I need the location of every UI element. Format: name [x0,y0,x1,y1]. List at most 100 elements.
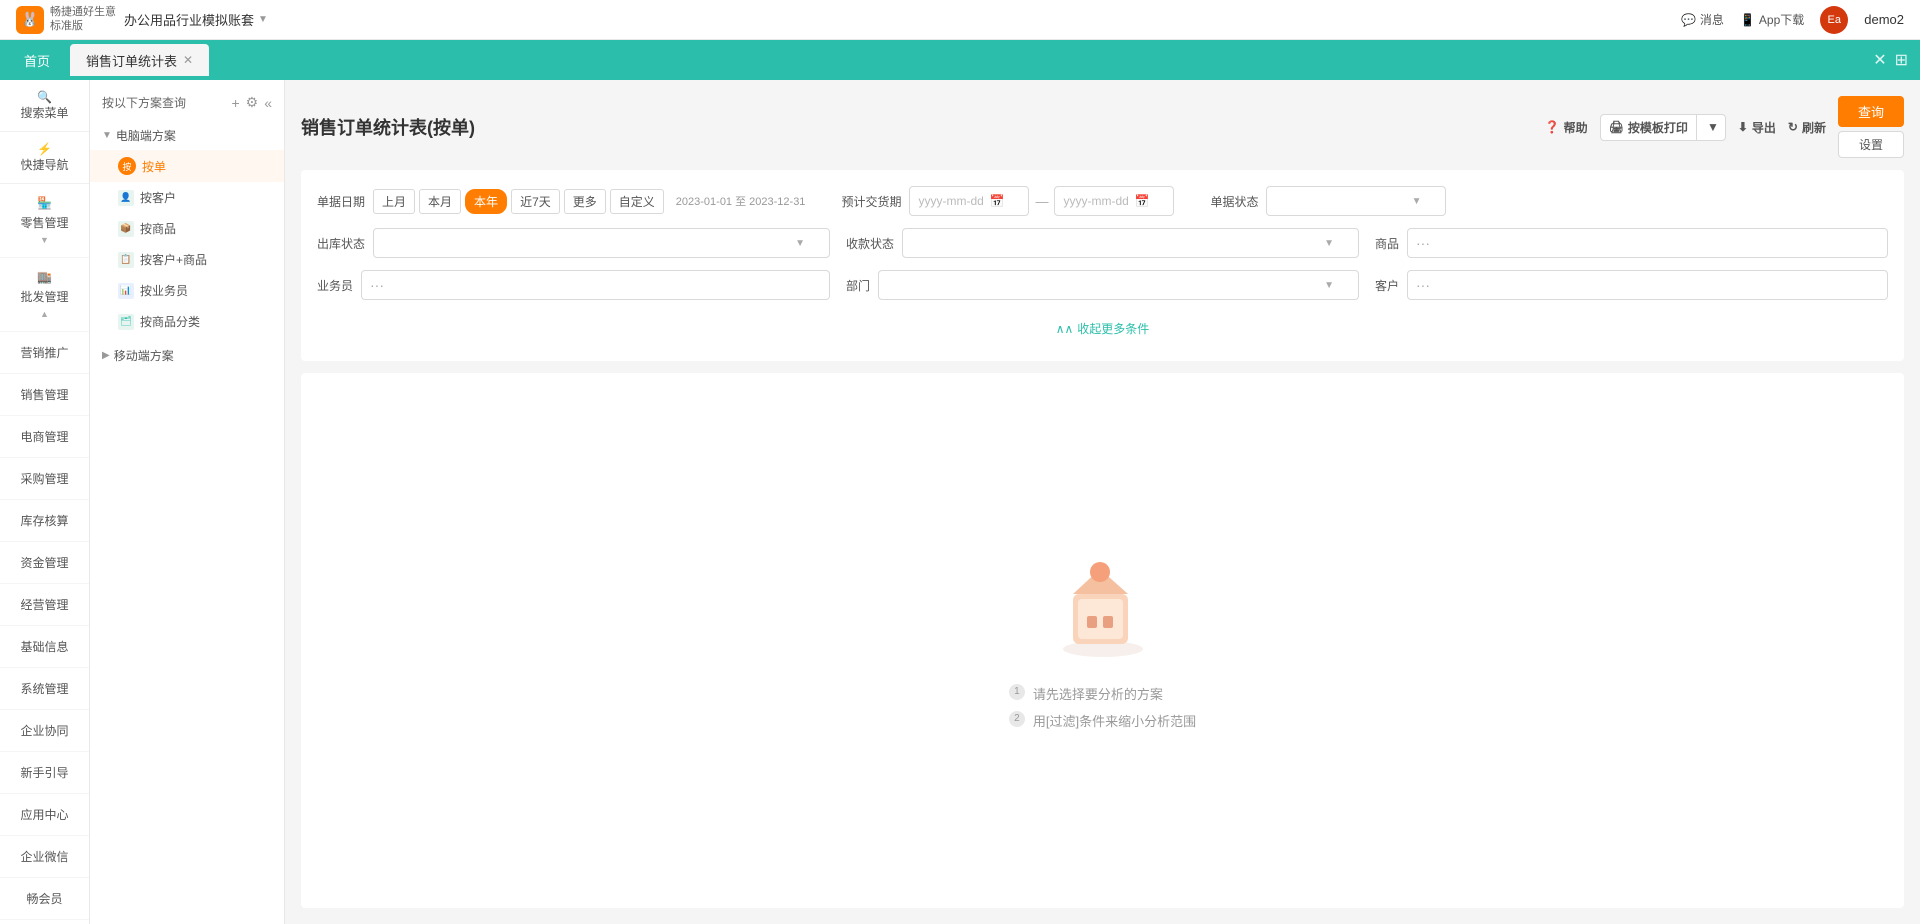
collapse-area: ∧∧ 收起更多条件 [317,312,1888,345]
chevron-down-icon: ▼ [795,238,805,249]
sidebar-item-sys-mgmt[interactable]: 系统管理 [0,668,89,710]
shipment-status-select[interactable]: ▼ [373,228,830,258]
maximize-icon[interactable]: ⊞ [1895,50,1908,70]
scheme-by-salesperson[interactable]: 📊 按业务员 [90,275,284,306]
product-input[interactable]: ··· [1407,228,1888,258]
sidebar-item-ops-mgmt[interactable]: 经营管理 [0,584,89,626]
sidebar-item-search-menu[interactable]: 🔍 搜索菜单 [0,80,89,132]
sidebar-item-retail-mgmt[interactable]: 🏪 零售管理 ▼ [0,184,89,258]
sidebar-item-quick-nav[interactable]: ⚡ 快捷导航 [0,132,89,184]
tab-sales-stat[interactable]: 销售订单统计表 ✕ [70,44,209,76]
date-label: 单据日期 [317,193,365,210]
chevron-down-icon: ▼ [1324,280,1334,291]
sidebar-item-app-center[interactable]: 应用中心 [0,794,89,836]
avatar[interactable]: Ea [1820,6,1848,34]
settings-button[interactable]: 设置 [1838,131,1904,158]
scheme-by-cust-prod[interactable]: 📋 按客户+商品 [90,244,284,275]
page-title: 销售订单统计表(按单) [301,114,475,140]
message-icon: 💬 [1681,13,1696,27]
customer-input[interactable]: ··· [1407,270,1888,300]
department-select[interactable]: ▼ [878,270,1359,300]
salesperson-label: 业务员 [317,277,353,294]
logo-text: 畅捷通好生意 标准版 [50,6,116,32]
sidebar-item-enterprise-collab[interactable]: 企业协同 [0,710,89,752]
print-main-part[interactable]: 🖨 按模板打印 [1601,115,1697,140]
more-btn[interactable]: 更多 [564,189,606,214]
print-button[interactable]: 🖨 按模板打印 ▼ [1600,114,1726,141]
close-icon[interactable]: ✕ [183,53,193,67]
empty-illustration [1043,544,1163,664]
order-status-select[interactable]: ▼ [1266,186,1446,216]
content-area: 按以下方案查询 + ⚙ « ▼ 电脑端方案 按 按单 👤 按客户 [90,80,1920,924]
pc-scheme-group-title[interactable]: ▼ 电脑端方案 [90,121,284,150]
scheme-by-product[interactable]: 📦 按商品 [90,213,284,244]
settings-icon[interactable]: ⚙ [246,94,259,111]
collapse-icon: ∧∧ [1056,322,1074,336]
refresh-button[interactable]: ↻ 刷新 [1788,119,1826,136]
export-button[interactable]: ⬇ 导出 [1738,119,1776,136]
sidebar-item-finance-mgmt[interactable]: 资金管理 [0,542,89,584]
sidebar-item-wholesale-mgmt[interactable]: 🏬 批发管理 ▲ [0,258,89,332]
delivery-date-end[interactable]: yyyy-mm-dd 📅 [1054,186,1174,216]
message-button[interactable]: 💬 消息 [1681,11,1724,28]
date-range-display: 2023-01-01 至 2023-12-31 [676,193,806,209]
sidebar-item-inventory-calc[interactable]: 库存核算 [0,500,89,542]
wholesale-icon: 🏬 [37,270,52,284]
minimize-icon[interactable]: ✕ [1873,50,1886,70]
last-7-days-btn[interactable]: 近7天 [511,189,560,214]
payment-status-label: 收款状态 [846,235,894,252]
chevron-down-icon: ▼ [1324,238,1334,249]
sidebar-item-sales-mgmt[interactable]: 销售管理 [0,374,89,416]
sidebar-item-vip-member[interactable]: 畅会员 [0,878,89,920]
empty-tips: 1 请先选择要分析的方案 2 用[过滤]条件来缩小分析范围 [1009,684,1196,738]
order-status-label: 单据状态 [1210,193,1258,210]
empty-tip-1: 1 请先选择要分析的方案 [1009,684,1196,703]
sidebar-item-purchase-mgmt[interactable]: 采购管理 [0,458,89,500]
export-icon: ⬇ [1738,120,1748,134]
product-label: 商品 [1375,235,1399,252]
payment-status-select[interactable]: ▼ [902,228,1359,258]
logo-icon: 🐰 [16,6,44,34]
scheme-by-order[interactable]: 按 按单 [90,150,284,182]
ellipsis-icon: ··· [370,277,384,293]
tab-bar: 首页 销售订单统计表 ✕ ✕ ⊞ [0,40,1920,80]
delivery-date-field: 预计交货期 yyyy-mm-dd 📅 — yyyy-mm-dd 📅 [841,186,1174,216]
top-bar: 🐰 畅捷通好生意 标准版 办公用品行业模拟账套 ▼ 💬 消息 📱 App下载 E… [0,0,1920,40]
scheme-by-customer[interactable]: 👤 按客户 [90,182,284,213]
top-bar-right: 💬 消息 📱 App下载 Ea demo2 [1681,6,1904,34]
print-arrow[interactable]: ▼ [1701,116,1725,138]
page-title-actions: ❓ 帮助 🖨 按模板打印 ▼ ⬇ 导出 [1545,96,1904,158]
pc-scheme-group: ▼ 电脑端方案 按 按单 👤 按客户 📦 按商品 📋 按客户+商品 [90,121,284,337]
left-panel: 按以下方案查询 + ⚙ « ▼ 电脑端方案 按 按单 👤 按客户 [90,80,285,924]
app-download-button[interactable]: 📱 App下载 [1740,11,1804,28]
delivery-date-start[interactable]: yyyy-mm-dd 📅 [909,186,1029,216]
collapse-left-icon[interactable]: « [264,95,272,111]
sidebar-item-ecommerce-mgmt[interactable]: 电商管理 [0,416,89,458]
this-year-btn[interactable]: 本年 [465,189,507,214]
sidebar-item-marketing[interactable]: 营销推广 [0,332,89,374]
scheme-by-product-cat[interactable]: 🗂 按商品分类 [90,306,284,337]
date-filter-field: 单据日期 上月 本月 本年 近7天 更多 自定义 2023-01-01 至 20… [317,189,805,214]
mobile-scheme-group-title[interactable]: ▶ 移动端方案 [90,341,284,370]
chevron-down-icon: ▼ [40,235,49,245]
add-scheme-button[interactable]: + [231,95,239,111]
mobile-scheme-group: ▶ 移动端方案 [90,341,284,370]
empty-state: 1 请先选择要分析的方案 2 用[过滤]条件来缩小分析范围 [301,373,1904,908]
sidebar-item-new-guide[interactable]: 新手引导 [0,752,89,794]
sidebar-item-basic-info[interactable]: 基础信息 [0,626,89,668]
last-month-btn[interactable]: 上月 [373,189,415,214]
delivery-date-range: yyyy-mm-dd 📅 — yyyy-mm-dd 📅 [909,186,1174,216]
customer-field: 客户 ··· [1375,270,1888,300]
order-status-field: 单据状态 ▼ [1210,186,1446,216]
workspace-selector[interactable]: 办公用品行业模拟账套 ▼ [124,10,268,29]
tab-home[interactable]: 首页 [8,44,66,76]
collapse-button[interactable]: ∧∧ 收起更多条件 [317,312,1888,345]
this-month-btn[interactable]: 本月 [419,189,461,214]
chevron-down-icon: ▼ [1412,196,1422,207]
payment-status-field: 收款状态 ▼ [846,228,1359,258]
salesperson-input[interactable]: ··· [361,270,830,300]
query-button[interactable]: 查询 [1838,96,1904,127]
custom-btn[interactable]: 自定义 [610,189,664,214]
help-button[interactable]: ❓ 帮助 [1545,119,1588,136]
sidebar-item-enterprise-wechat[interactable]: 企业微信 [0,836,89,878]
